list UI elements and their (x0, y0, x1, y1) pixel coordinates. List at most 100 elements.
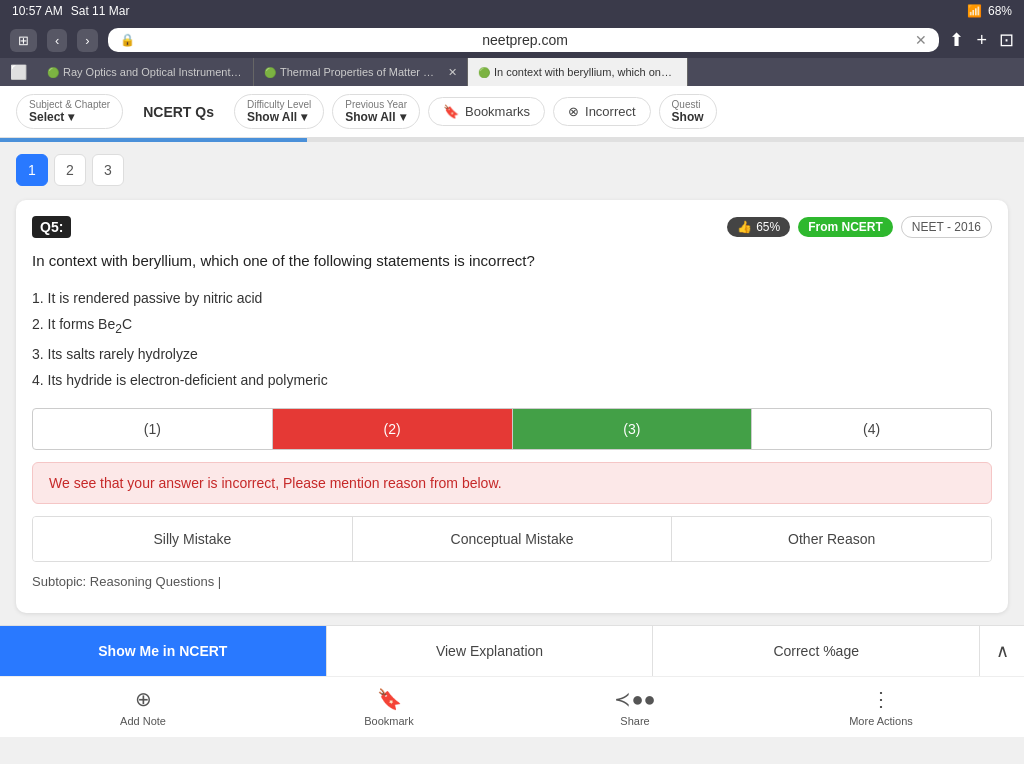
tabs-button[interactable]: ⊡ (999, 29, 1014, 51)
new-tab-button[interactable]: + (976, 29, 987, 51)
tab-3[interactable]: 🟢 In context with beryllium, which one o… (468, 58, 688, 86)
more-actions-footer-item[interactable]: ⋮ More Actions (758, 687, 1004, 727)
subtopic-label: Subtopic: (32, 574, 86, 589)
subject-chapter-label: Subject & Chapter (29, 99, 110, 110)
tab-2-label: Thermal Properties of Matter Physics NEE… (280, 66, 440, 78)
option-3: 3. Its salts rarely hydrolyze (32, 341, 992, 368)
view-explanation-button[interactable]: View Explanation (327, 626, 654, 676)
question-badges: 👍 65% From NCERT NEET - 2016 (727, 216, 992, 238)
question-number: Q5: (32, 216, 71, 238)
add-note-footer-item[interactable]: ⊕ Add Note (20, 687, 266, 727)
reason-row: Silly Mistake Conceptual Mistake Other R… (32, 516, 992, 562)
incorrect-label: Incorrect (585, 104, 636, 119)
status-bar: 10:57 AM Sat 11 Mar 📶 68% (0, 0, 1024, 22)
subscript-2: 2 (115, 322, 122, 336)
option-2: 2. It forms Be2C (32, 311, 992, 341)
bookmarks-label: Bookmarks (465, 104, 530, 119)
add-note-icon: ⊕ (135, 687, 152, 711)
tab-1[interactable]: 🟢 Ray Optics and Optical Instruments Phy… (37, 58, 254, 86)
page-1-button[interactable]: 1 (16, 154, 48, 186)
answer-option-4[interactable]: (4) (752, 409, 991, 449)
bookmark-footer-icon: 🔖 (377, 687, 402, 711)
ncert-badge: From NCERT (798, 217, 893, 237)
filter-bar: Subject & Chapter Select ▾ NCERT Qs Diff… (0, 86, 1024, 138)
conceptual-mistake-button[interactable]: Conceptual Mistake (353, 517, 673, 561)
previous-year-value: Show All ▾ (345, 110, 407, 124)
questions-filter[interactable]: Questi Show (659, 94, 717, 129)
difficulty-level-label: Difficulty Level (247, 99, 311, 110)
difficulty-level-value: Show All ▾ (247, 110, 311, 124)
difficulty-level-filter[interactable]: Difficulty Level Show All ▾ (234, 94, 324, 129)
page-icon-button[interactable]: ⬜ (0, 58, 37, 86)
tab-1-favicon: 🟢 (47, 67, 59, 78)
question-header: Q5: 👍 65% From NCERT NEET - 2016 (32, 216, 992, 238)
browser-chrome: ⊞ ‹ › 🔒 neetprep.com ✕ ⬆ + ⊡ (0, 22, 1024, 58)
tab-2-favicon: 🟢 (264, 67, 276, 78)
forward-button[interactable]: › (77, 29, 97, 52)
bookmark-footer-item[interactable]: 🔖 Bookmark (266, 687, 512, 727)
questions-value: Show (672, 110, 704, 124)
incorrect-notice: We see that your answer is incorrect, Pl… (32, 462, 992, 504)
close-url-button[interactable]: ✕ (915, 32, 927, 48)
bottom-actions: Show Me in NCERT View Explanation Correc… (0, 625, 1024, 676)
bookmark-icon: 🔖 (443, 104, 459, 119)
answer-option-3[interactable]: (3) (513, 409, 753, 449)
add-note-label: Add Note (120, 715, 166, 727)
time: 10:57 AM (12, 4, 63, 18)
other-reason-button[interactable]: Other Reason (672, 517, 991, 561)
neet-badge: NEET - 2016 (901, 216, 992, 238)
tab-3-label: In context with beryllium, which one of … (494, 66, 677, 78)
main-content: 1 2 3 Q5: 👍 65% From NCERT NEET - 2016 I… (0, 142, 1024, 625)
subject-chapter-filter[interactable]: Subject & Chapter Select ▾ (16, 94, 123, 129)
tab-2-close[interactable]: ✕ (448, 66, 457, 79)
previous-year-filter[interactable]: Previous Year Show All ▾ (332, 94, 420, 129)
sidebar-toggle-button[interactable]: ⊞ (10, 29, 37, 52)
subtopic-value: Reasoning Questions | (90, 574, 221, 589)
tab-3-favicon: 🟢 (478, 67, 490, 78)
lock-icon: 🔒 (120, 33, 135, 47)
share-label: Share (620, 715, 649, 727)
url-bar[interactable]: 🔒 neetprep.com ✕ (108, 28, 940, 52)
show-ncert-button[interactable]: Show Me in NCERT (0, 626, 327, 676)
page-3-button[interactable]: 3 (92, 154, 124, 186)
pagination: 1 2 3 (16, 154, 1008, 186)
url-text: neetprep.com (143, 32, 908, 48)
share-browser-button[interactable]: ⬆ (949, 29, 964, 51)
scroll-up-button[interactable]: ∧ (980, 626, 1024, 676)
answer-option-1[interactable]: (1) (33, 409, 273, 449)
more-actions-label: More Actions (849, 715, 913, 727)
answer-row: (1) (2) (3) (4) (32, 408, 992, 450)
silly-mistake-button[interactable]: Silly Mistake (33, 517, 353, 561)
question-text: In context with beryllium, which one of … (32, 250, 992, 273)
page-2-button[interactable]: 2 (54, 154, 86, 186)
tab-2[interactable]: 🟢 Thermal Properties of Matter Physics N… (254, 58, 468, 86)
share-icon: ≺●● (614, 687, 655, 711)
tab-bar: ⬜ 🟢 Ray Optics and Optical Instruments P… (0, 58, 1024, 86)
answer-option-2[interactable]: (2) (273, 409, 513, 449)
footer-icons: ⊕ Add Note 🔖 Bookmark ≺●● Share ⋮ More A… (0, 676, 1024, 737)
thumbs-icon: 👍 (737, 220, 752, 234)
bookmark-footer-label: Bookmark (364, 715, 414, 727)
wifi-icon: 📶 (967, 4, 982, 18)
more-actions-icon: ⋮ (871, 687, 891, 711)
share-footer-item[interactable]: ≺●● Share (512, 687, 758, 727)
correct-pct-button[interactable]: Correct %age (653, 626, 980, 676)
subtopic: Subtopic: Reasoning Questions | (32, 574, 992, 597)
battery: 68% (988, 4, 1012, 18)
incorrect-filter[interactable]: ⊗ Incorrect (553, 97, 651, 126)
bookmarks-filter[interactable]: 🔖 Bookmarks (428, 97, 545, 126)
subject-chapter-value: Select ▾ (29, 110, 110, 124)
option-1: 1. It is rendered passive by nitric acid (32, 285, 992, 312)
option-4: 4. Its hydride is electron-deficient and… (32, 367, 992, 394)
thumbs-percent: 65% (756, 220, 780, 234)
question-card: Q5: 👍 65% From NCERT NEET - 2016 In cont… (16, 200, 1008, 613)
questions-label: Questi (672, 99, 704, 110)
incorrect-icon: ⊗ (568, 104, 579, 119)
date: Sat 11 Mar (71, 4, 130, 18)
back-button[interactable]: ‹ (47, 29, 67, 52)
question-options: 1. It is rendered passive by nitric acid… (32, 285, 992, 394)
ncert-qs-label[interactable]: NCERT Qs (131, 100, 226, 124)
previous-year-label: Previous Year (345, 99, 407, 110)
thumbs-badge: 👍 65% (727, 217, 790, 237)
tab-1-label: Ray Optics and Optical Instruments Physi… (63, 66, 243, 78)
